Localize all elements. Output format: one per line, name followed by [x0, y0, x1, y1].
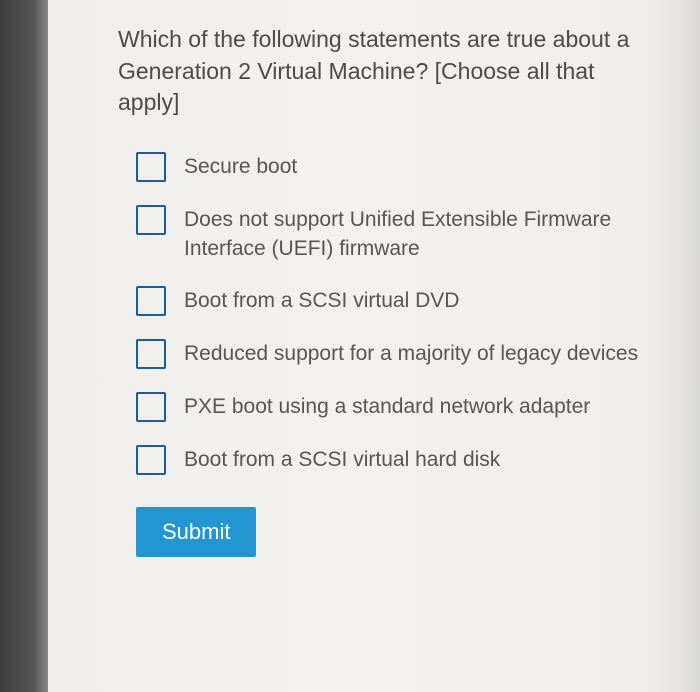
option-row[interactable]: Boot from a SCSI virtual DVD [136, 285, 660, 316]
option-label: Does not support Unified Extensible Firm… [184, 204, 660, 263]
option-row[interactable]: Boot from a SCSI virtual hard disk [136, 444, 660, 475]
option-row[interactable]: Does not support Unified Extensible Firm… [136, 204, 660, 263]
option-label: Boot from a SCSI virtual hard disk [184, 444, 500, 474]
checkbox[interactable] [136, 392, 166, 422]
screen-bezel-left [0, 0, 48, 692]
option-label: Reduced support for a majority of legacy… [184, 338, 638, 368]
question-prompt: Which of the following statements are tr… [118, 24, 660, 119]
option-label: Secure boot [184, 151, 297, 181]
option-label: PXE boot using a standard network adapte… [184, 391, 590, 421]
checkbox[interactable] [136, 286, 166, 316]
checkbox[interactable] [136, 152, 166, 182]
option-row[interactable]: Secure boot [136, 151, 660, 182]
submit-button[interactable]: Submit [136, 507, 256, 557]
checkbox[interactable] [136, 205, 166, 235]
option-row[interactable]: PXE boot using a standard network adapte… [136, 391, 660, 422]
option-label: Boot from a SCSI virtual DVD [184, 285, 459, 315]
quiz-content: Which of the following statements are tr… [48, 0, 700, 692]
checkbox[interactable] [136, 339, 166, 369]
options-list: Secure boot Does not support Unified Ext… [118, 151, 660, 475]
option-row[interactable]: Reduced support for a majority of legacy… [136, 338, 660, 369]
checkbox[interactable] [136, 445, 166, 475]
